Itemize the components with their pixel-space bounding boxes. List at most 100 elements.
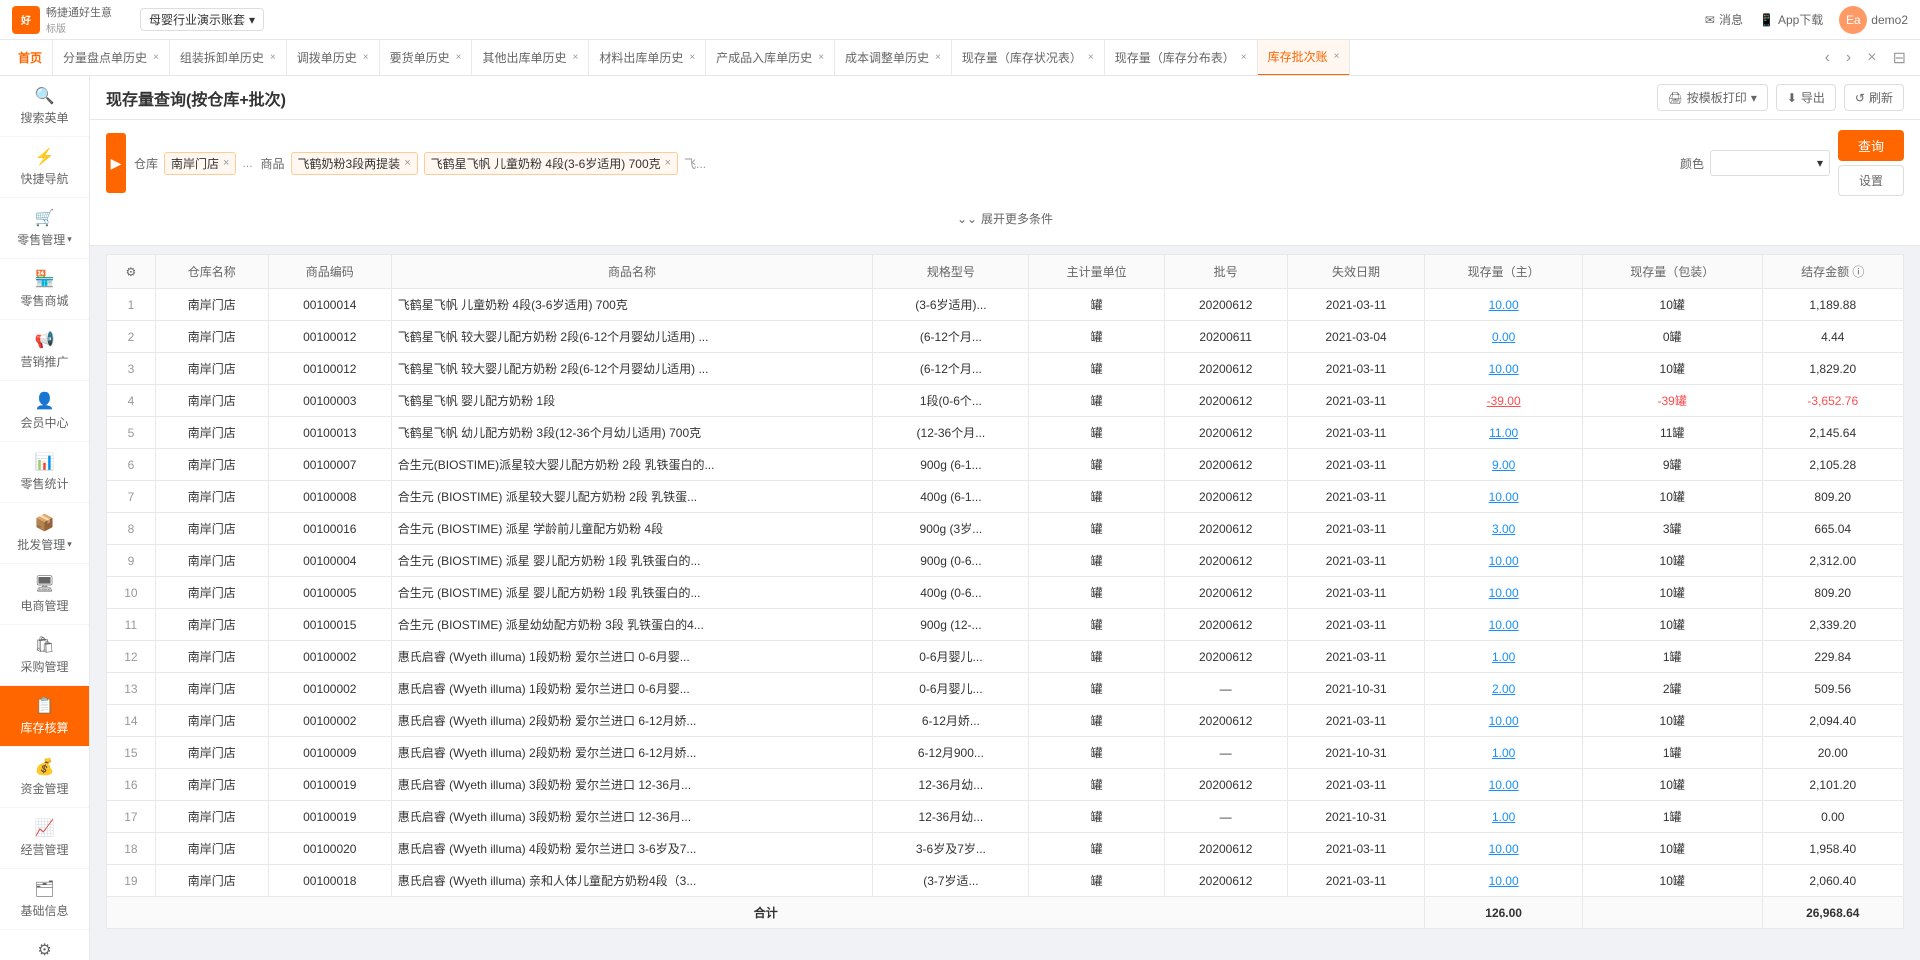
cell-unit: 罐 xyxy=(1029,417,1164,449)
sidebar-label-finance: 资金管理 xyxy=(20,780,68,797)
expand-icon: ⌄⌄ xyxy=(957,212,977,226)
refresh-btn[interactable]: ↺ 刷新 xyxy=(1844,84,1904,111)
warehouse-tag-close[interactable]: × xyxy=(223,157,229,169)
sidebar-item-retail[interactable]: 🛒 零售管理 ▾ xyxy=(0,198,89,259)
cell-warehouse: 南岸门店 xyxy=(155,705,268,737)
top-bar: 好 畅捷通好生意 标版 母婴行业演示账套 ▾ ✉ 消息 📱 App下载 Ea d… xyxy=(0,0,1920,40)
tab-cheng-ben[interactable]: 成本调整单历史 × xyxy=(835,40,952,76)
product-tag-1-close[interactable]: × xyxy=(404,157,410,169)
operation-icon: 📈 xyxy=(35,818,55,838)
sidebar-item-finance[interactable]: 💰 资金管理 xyxy=(0,747,89,808)
user-area[interactable]: Ea demo2 xyxy=(1839,6,1908,34)
tab-ku-cun-dist[interactable]: 现存量（库存分布表） × xyxy=(1105,40,1258,76)
tab-ku-cun-status[interactable]: 现存量（库存状况表） × xyxy=(952,40,1105,76)
sidebar-item-marketing[interactable]: 📢 营销推广 xyxy=(0,320,89,381)
app-download-btn[interactable]: 📱 App下载 xyxy=(1759,11,1823,28)
color-input[interactable]: ▾ xyxy=(1710,150,1830,176)
product-tag-2-close[interactable]: × xyxy=(665,157,671,169)
tab-qi-ta-chu[interactable]: 其他出库单历史 × xyxy=(472,40,589,76)
cell-batch: 20200611 xyxy=(1164,321,1287,353)
cell-warehouse: 南岸门店 xyxy=(155,673,268,705)
tab-home[interactable]: 首页 xyxy=(8,40,53,76)
industry-selector[interactable]: 母婴行业演示账套 ▾ xyxy=(140,8,264,31)
tab-next-btn[interactable]: › xyxy=(1840,49,1857,67)
export-btn[interactable]: ⬇ 导出 xyxy=(1776,84,1836,111)
sidebar-item-system[interactable]: ⚙ 系统管理 xyxy=(0,930,89,960)
sidebar-item-batch[interactable]: 📦 批发管理 ▾ xyxy=(0,503,89,564)
query-btn[interactable]: 查询 xyxy=(1838,130,1904,161)
cell-qty-main: 10.00 xyxy=(1425,865,1582,897)
product-more[interactable]: 飞... xyxy=(684,155,706,172)
close-icon[interactable]: × xyxy=(153,52,159,63)
tab-close-current-btn[interactable]: × xyxy=(1861,49,1882,67)
cell-batch: 20200612 xyxy=(1164,289,1287,321)
sidebar-item-purchase[interactable]: 🛍 采购管理 xyxy=(0,625,89,686)
sidebar-item-basic[interactable]: 🗂 基础信息 xyxy=(0,869,89,930)
close-icon[interactable]: × xyxy=(935,52,941,63)
tab-diao-bo[interactable]: 调拨单历史 × xyxy=(287,40,380,76)
cell-code: 00100007 xyxy=(268,449,391,481)
sidebar-label-quick: 快捷导航 xyxy=(20,170,68,187)
cell-code: 00100019 xyxy=(268,801,391,833)
cell-unit: 罐 xyxy=(1029,577,1164,609)
col-qty-main: 现存量（主） xyxy=(1425,255,1582,289)
cell-qty-main: 0.00 xyxy=(1425,321,1582,353)
chevron-down-icon: ▾ xyxy=(1817,156,1823,170)
close-icon[interactable]: × xyxy=(270,52,276,63)
message-btn[interactable]: ✉ 消息 xyxy=(1705,11,1743,28)
print-btn[interactable]: 🖨 按模板打印 ▾ xyxy=(1657,84,1768,111)
message-label: 消息 xyxy=(1719,11,1743,28)
close-icon[interactable]: × xyxy=(1241,52,1247,63)
expand-more-btn[interactable]: ⌄⌄ 展开更多条件 xyxy=(945,206,1065,231)
table-container[interactable]: ⚙ 仓库名称 商品编码 商品名称 规格型号 主计量单位 批号 失效日期 现存量（… xyxy=(90,246,1920,960)
sidebar-item-ecom[interactable]: 🖥 电商管理 xyxy=(0,564,89,625)
cell-amount: 809.20 xyxy=(1762,481,1903,513)
tab-fen-pan[interactable]: 分量盘点单历史 × xyxy=(53,40,170,76)
warehouse-tag: 南岸门店 × xyxy=(164,152,236,175)
close-icon[interactable]: × xyxy=(456,52,462,63)
sidebar-item-operation[interactable]: 📈 经营管理 xyxy=(0,808,89,869)
tab-cai-liao[interactable]: 材料出库单历史 × xyxy=(589,40,706,76)
cell-amount: 1,958.40 xyxy=(1762,833,1903,865)
cell-amount: 2,094.40 xyxy=(1762,705,1903,737)
cell-unit: 罐 xyxy=(1029,481,1164,513)
cell-qty-main: 2.00 xyxy=(1425,673,1582,705)
close-icon[interactable]: × xyxy=(1334,51,1340,62)
cell-qty-pack: 10罐 xyxy=(1582,833,1762,865)
sidebar-item-stats[interactable]: 📊 零售统计 xyxy=(0,442,89,503)
close-icon[interactable]: × xyxy=(818,52,824,63)
col-settings[interactable]: ⚙ xyxy=(107,255,156,289)
cell-qty-pack: 10罐 xyxy=(1582,481,1762,513)
cell-unit: 罐 xyxy=(1029,769,1164,801)
close-icon[interactable]: × xyxy=(1088,52,1094,63)
sidebar-item-quick[interactable]: ⚡ 快捷导航 xyxy=(0,137,89,198)
tab-pi-ci[interactable]: 库存批次账 × xyxy=(1258,40,1351,76)
tab-zu-chai[interactable]: 组装拆卸单历史 × xyxy=(170,40,287,76)
tab-chan-cheng[interactable]: 产成品入库单历史 × xyxy=(706,40,835,76)
sidebar-item-search[interactable]: 🔍 搜索英单 xyxy=(0,76,89,137)
setting-btn[interactable]: 设置 xyxy=(1838,165,1904,196)
close-icon[interactable]: × xyxy=(363,52,369,63)
tab-prev-btn[interactable]: ‹ xyxy=(1819,49,1836,67)
table-row: 5 南岸门店 00100013 飞鹤星飞帆 幼儿配方奶粉 3段(12-36个月幼… xyxy=(107,417,1904,449)
cell-qty-pack: -39罐 xyxy=(1582,385,1762,417)
cell-batch: 20200612 xyxy=(1164,513,1287,545)
sidebar-item-inventory[interactable]: 📋 库存核算 xyxy=(0,686,89,747)
cell-code: 00100002 xyxy=(268,673,391,705)
sidebar-label-retail: 零售管理 xyxy=(17,231,65,248)
sidebar-item-shop[interactable]: 🏪 零售商城 xyxy=(0,259,89,320)
close-icon[interactable]: × xyxy=(689,52,695,63)
warehouse-more[interactable]: ... xyxy=(242,156,252,170)
cell-unit: 罐 xyxy=(1029,833,1164,865)
close-icon[interactable]: × xyxy=(572,52,578,63)
cell-num: 2 xyxy=(107,321,156,353)
cell-expire: 2021-03-11 xyxy=(1287,289,1425,321)
cell-expire: 2021-10-31 xyxy=(1287,673,1425,705)
col-spec: 规格型号 xyxy=(873,255,1029,289)
sidebar-item-member[interactable]: 👤 会员中心 xyxy=(0,381,89,442)
cell-expire: 2021-03-11 xyxy=(1287,705,1425,737)
cell-name: 惠氏启睿 (Wyeth illuma) 3段奶粉 爱尔兰进口 12-36月... xyxy=(391,801,873,833)
filter-expand-btn[interactable]: ▶ xyxy=(106,133,126,193)
tab-menu-btn[interactable]: ⊟ xyxy=(1887,48,1912,68)
tab-yao-huo[interactable]: 要货单历史 × xyxy=(380,40,473,76)
